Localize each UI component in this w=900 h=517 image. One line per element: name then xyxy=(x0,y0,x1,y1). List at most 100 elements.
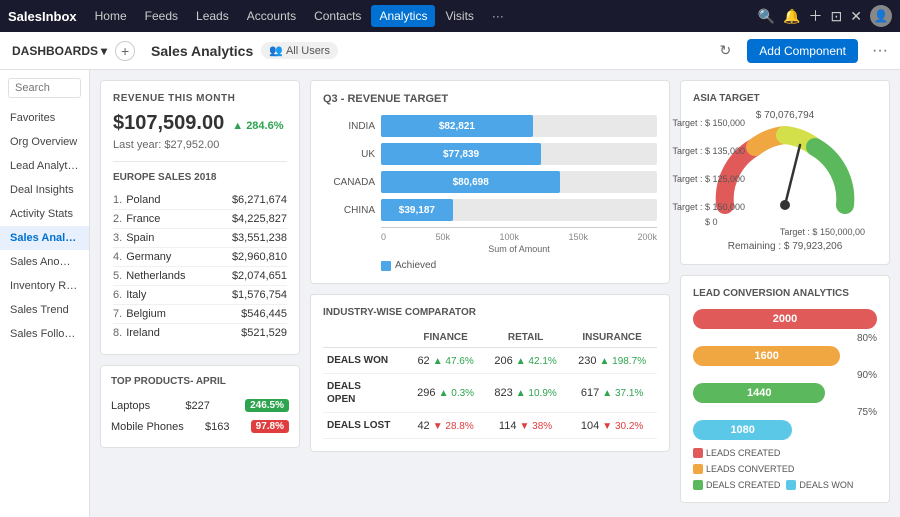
nav-analytics[interactable]: Analytics xyxy=(371,5,435,27)
product-row: Mobile Phones $163 97.8% xyxy=(111,416,289,437)
row-label: DEALS LOST xyxy=(323,413,407,439)
products-title: TOP PRODUCTS- APRIL xyxy=(111,376,289,387)
lead-title: LEAD CONVERSION ANALYTICS xyxy=(693,288,877,299)
lead-bar-row: 2000 xyxy=(693,309,877,329)
gauge-remaining: Remaining : $ 79,923,206 xyxy=(728,241,843,252)
mid-column: Q3 - REVENUE TARGET INDIA $82,821 Target… xyxy=(310,80,670,503)
table-cell: 296 ▲ 0.3% xyxy=(407,374,484,413)
product-row: Laptops $227 246.5% xyxy=(111,395,289,416)
legend-label: LEADS CONVERTED xyxy=(706,464,794,474)
legend-dot xyxy=(693,448,703,458)
nav-contacts[interactable]: Contacts xyxy=(306,5,369,27)
add-component-button[interactable]: Add Component xyxy=(747,39,858,63)
bar-label: UK xyxy=(323,149,375,160)
gauge-max-label: Target : $ 150,000,00 xyxy=(705,227,865,237)
col-header-retail: RETAIL xyxy=(484,328,567,348)
chevron-down-icon: ▾ xyxy=(101,44,107,58)
lead-bar: 1600 xyxy=(693,346,840,366)
legend-dot xyxy=(693,464,703,474)
dashboards-button[interactable]: DASHBOARDS ▾ xyxy=(12,44,107,58)
col-header xyxy=(323,328,407,348)
gauge-min: $ 0 xyxy=(705,217,718,227)
sidebar-item-sales-analytics[interactable]: Sales Analytics xyxy=(0,226,89,250)
lead-conversion-card: LEAD CONVERSION ANALYTICS 2000 80% 1600 … xyxy=(680,275,890,503)
product-value: $163 xyxy=(205,421,229,433)
revenue-last-year: Last year: $27,952.00 xyxy=(113,139,287,151)
nav-home[interactable]: Home xyxy=(87,5,135,27)
bar-row-canada: CANADA $80,698 Target : $ 125,000 xyxy=(323,171,657,193)
product-name: Mobile Phones xyxy=(111,421,184,433)
revenue-card: REVENUE THIS MONTH $107,509.00 284.6% La… xyxy=(100,80,300,355)
europe-title: EUROPE SALES 2018 xyxy=(113,172,287,183)
bar-target: Target : $ 150,000 xyxy=(672,118,745,128)
sidebar-item-sales-trend[interactable]: Sales Trend xyxy=(0,298,89,322)
left-column: REVENUE THIS MONTH $107,509.00 284.6% La… xyxy=(100,80,300,503)
sidebar-item-deal-insights[interactable]: Deal Insights xyxy=(0,178,89,202)
refresh-button[interactable]: ↻ xyxy=(720,42,732,59)
bell-icon[interactable]: 🔔 xyxy=(783,8,800,25)
bar-target: Target : $ 135,000 xyxy=(672,146,745,156)
sidebar-item-inventory-reports[interactable]: Inventory Reports xyxy=(0,274,89,298)
bar-legend: Achieved xyxy=(323,260,657,271)
lead-pct: 90% xyxy=(693,370,877,381)
bar-label: INDIA xyxy=(323,121,375,132)
table-cell: 62 ▲ 47.6% xyxy=(407,348,484,374)
table-cell: 617 ▲ 37.1% xyxy=(567,374,657,413)
row-label: DEALSOPEN xyxy=(323,374,407,413)
lead-pct: 75% xyxy=(693,407,877,418)
nav-leads[interactable]: Leads xyxy=(188,5,237,27)
window-icon[interactable]: ⊡ xyxy=(831,8,843,25)
bar-row-india: INDIA $82,821 Target : $ 150,000 xyxy=(323,115,657,137)
page-title: Sales Analytics xyxy=(151,43,253,59)
right-column: ASIA TARGET $ 70,076,794 xyxy=(680,80,890,503)
sidebar-item-activity-stats[interactable]: Activity Stats xyxy=(0,202,89,226)
sidebar-item-org-overview[interactable]: Org Overview xyxy=(0,130,89,154)
legend-label: DEALS WON xyxy=(799,480,853,490)
users-filter[interactable]: 👥 All Users xyxy=(261,42,338,59)
more-options-button[interactable]: ··· xyxy=(872,42,888,60)
lead-bar-row: 1080 xyxy=(693,420,877,440)
industry-table: FINANCE RETAIL INSURANCE DEALS WON 62 ▲ … xyxy=(323,328,657,439)
plus-icon[interactable]: ＋ xyxy=(809,6,823,26)
table-cell: 42 ▼ 28.8% xyxy=(407,413,484,439)
revenue-change: 284.6% xyxy=(232,120,283,132)
nav-accounts[interactable]: Accounts xyxy=(239,5,304,27)
industry-card: INDUSTRY-WISE COMPARATOR FINANCE RETAIL … xyxy=(310,294,670,452)
list-item: 1.Poland$6,271,674 xyxy=(113,191,287,210)
nav-visits[interactable]: Visits xyxy=(437,5,481,27)
bar-chart: INDIA $82,821 Target : $ 150,000 UK xyxy=(323,115,657,271)
sidebar: Favorites Org Overview Lead Analytics De… xyxy=(0,70,90,517)
sidebar-item-sales-anomalies[interactable]: Sales Anomalies xyxy=(0,250,89,274)
nav-feeds[interactable]: Feeds xyxy=(137,5,186,27)
list-item: 8.Ireland$521,529 xyxy=(113,324,287,342)
table-cell: 823 ▲ 10.9% xyxy=(484,374,567,413)
asia-card: ASIA TARGET $ 70,076,794 xyxy=(680,80,890,265)
search-icon[interactable]: 🔍 xyxy=(758,8,775,25)
legend-label: LEADS CREATED xyxy=(706,448,780,458)
list-item: 7.Belgium$546,445 xyxy=(113,305,287,324)
gauge-labels: $ 0 xyxy=(705,217,865,227)
bar-target: Target : $ 150,000 xyxy=(672,202,745,212)
revenue-title: REVENUE THIS MONTH xyxy=(113,93,287,104)
asia-title: ASIA TARGET xyxy=(693,93,877,104)
col-header-insurance: INSURANCE xyxy=(567,328,657,348)
bar-label: CANADA xyxy=(323,177,375,188)
table-cell: 114 ▼ 38% xyxy=(484,413,567,439)
bar-axis-label: Sum of Amount xyxy=(323,244,657,254)
close-icon[interactable]: ✕ xyxy=(850,8,862,25)
brand-logo: SalesInbox xyxy=(8,9,77,24)
sidebar-item-favorites[interactable]: Favorites xyxy=(0,106,89,130)
sidebar-item-lead-analytics[interactable]: Lead Analytics xyxy=(0,154,89,178)
sub-nav: DASHBOARDS ▾ + Sales Analytics 👥 All Use… xyxy=(0,32,900,70)
sidebar-search[interactable] xyxy=(8,78,81,98)
add-dashboard-button[interactable]: + xyxy=(115,41,135,61)
product-badge: 246.5% xyxy=(245,399,289,412)
list-item: 5.Netherlands$2,074,651 xyxy=(113,267,287,286)
avatar[interactable]: 👤 xyxy=(870,5,892,27)
product-name: Laptops xyxy=(111,400,150,412)
nav-more[interactable]: ··· xyxy=(484,5,512,27)
table-row: DEALS WON 62 ▲ 47.6% 206 ▲ 42.1% 230 ▲ 1… xyxy=(323,348,657,374)
lead-bar-row: 1440 xyxy=(693,383,877,403)
table-cell: 206 ▲ 42.1% xyxy=(484,348,567,374)
sidebar-item-sales-followup[interactable]: Sales Follow-up T xyxy=(0,322,89,346)
